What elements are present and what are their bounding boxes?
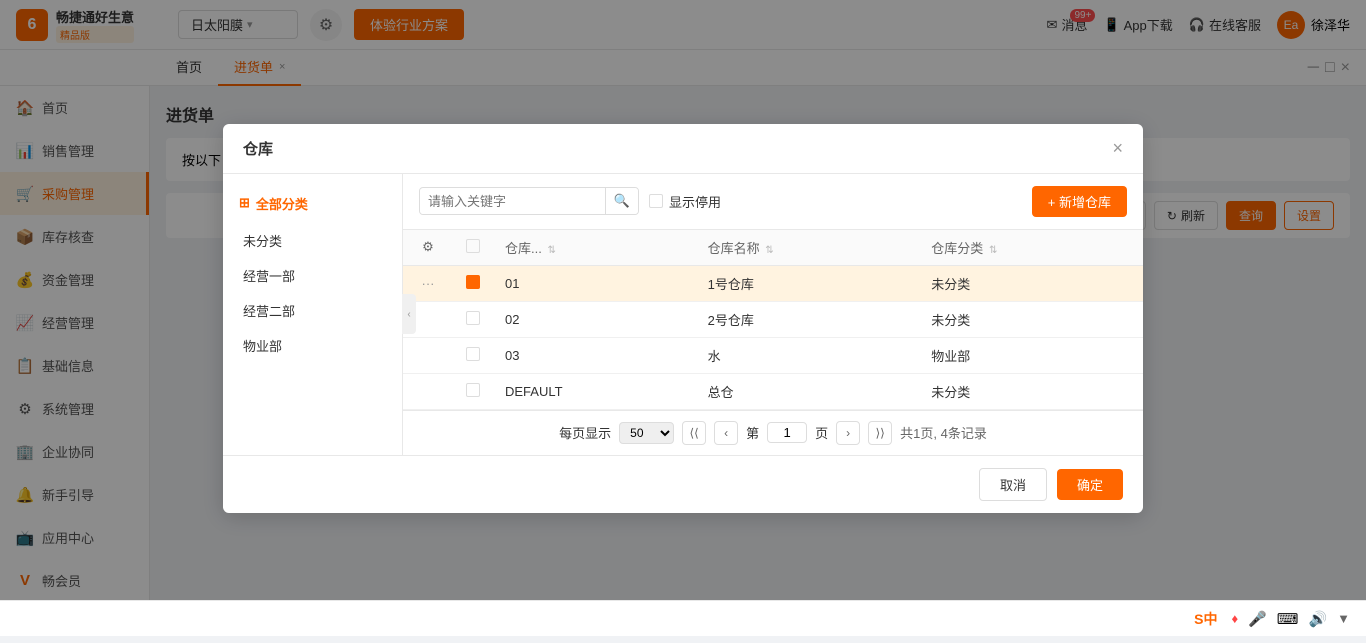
page-label: 第: [746, 423, 759, 442]
row-code: 01: [493, 265, 696, 301]
row-code: 03: [493, 337, 696, 373]
modal-sidebar-dept1[interactable]: 经营一部: [223, 258, 402, 293]
row-name: 总仓: [696, 373, 920, 409]
col-code: 仓库... ⇅: [493, 230, 696, 266]
row-checkbox-cell[interactable]: [453, 337, 493, 373]
col-gear-icon: ⚙: [422, 239, 434, 254]
page-size-label: 每页显示: [559, 423, 611, 442]
col-category: 仓库分类 ⇅: [919, 230, 1143, 266]
modal-overlay: 仓库 × ⊞ 全部分类 未分类 经营一部 经营二部 物业部 ‹: [0, 0, 1366, 636]
search-icon[interactable]: 🔍: [605, 188, 638, 214]
keyboard-icon[interactable]: ⌨: [1277, 610, 1299, 628]
confirm-button[interactable]: 确定: [1057, 469, 1123, 500]
row-more[interactable]: [403, 373, 453, 409]
row-checkbox-cell[interactable]: [453, 265, 493, 301]
col-name: 仓库名称 ⇅: [696, 230, 920, 266]
more-icon[interactable]: ▼: [1337, 611, 1350, 626]
mic-icon[interactable]: 🎤: [1248, 610, 1267, 628]
row-name: 2号仓库: [696, 301, 920, 337]
row-category: 未分类: [919, 373, 1143, 409]
row-more[interactable]: [403, 337, 453, 373]
row-name: 水: [696, 337, 920, 373]
modal-sidebar-uncategorized[interactable]: 未分类: [223, 223, 402, 258]
row-checkbox-cell[interactable]: [453, 301, 493, 337]
row-category: 物业部: [919, 337, 1143, 373]
col-checkbox: [453, 230, 493, 266]
sort-icon-name: ⇅: [765, 245, 773, 256]
prev-page-button[interactable]: ‹: [714, 421, 738, 445]
disabled-checkbox[interactable]: [649, 194, 663, 208]
row-checkbox[interactable]: [466, 275, 480, 289]
row-code: DEFAULT: [493, 373, 696, 409]
modal-table-wrap: ⚙ 仓库... ⇅ 仓库名称: [403, 230, 1143, 410]
chevron-left-icon: ‹: [407, 309, 410, 320]
row-code: 02: [493, 301, 696, 337]
table-row[interactable]: 03 水 物业部: [403, 337, 1143, 373]
table-row[interactable]: DEFAULT 总仓 未分类: [403, 373, 1143, 409]
show-disabled-checkbox[interactable]: 显示停用: [649, 192, 721, 211]
modal-title: 仓库: [243, 138, 273, 159]
next-page-button[interactable]: ›: [836, 421, 860, 445]
modal-footer: 取消 确定: [223, 455, 1143, 513]
col-settings: ⚙: [403, 230, 453, 266]
s-logo: S中: [1194, 609, 1217, 629]
row-name: 1号仓库: [696, 265, 920, 301]
row-checkbox[interactable]: [466, 347, 480, 361]
sidebar-collapse-button[interactable]: ‹: [402, 294, 416, 334]
sort-icon: ⇅: [547, 245, 555, 256]
diamond-icon: ♦: [1231, 611, 1238, 626]
row-checkbox[interactable]: [466, 311, 480, 325]
modal-main-content: 🔍 显示停用 + 新增仓库 ⚙: [403, 174, 1143, 455]
page-size-select[interactable]: 50 10 20 100: [619, 422, 674, 444]
search-input[interactable]: [420, 189, 605, 214]
modal-pagination: 每页显示 50 10 20 100 ⟨⟨ ‹ 第 页 › ⟩⟩ 共1页, 4条记…: [403, 410, 1143, 455]
first-page-button[interactable]: ⟨⟨: [682, 421, 706, 445]
bottom-bar: S中 ♦ 🎤 ⌨ 🔊 ▼: [0, 600, 1366, 636]
modal-sidebar-all-category[interactable]: ⊞ 全部分类: [223, 186, 402, 223]
modal-body: ⊞ 全部分类 未分类 经营一部 经营二部 物业部 ‹ 🔍: [223, 174, 1143, 455]
page-input[interactable]: [767, 422, 807, 443]
header-checkbox[interactable]: [466, 239, 480, 253]
row-checkbox[interactable]: [466, 383, 480, 397]
row-checkbox-cell[interactable]: [453, 373, 493, 409]
cancel-button[interactable]: 取消: [979, 468, 1047, 501]
volume-icon[interactable]: 🔊: [1308, 610, 1327, 628]
more-dots-icon[interactable]: ···: [422, 276, 435, 291]
table-row[interactable]: ··· 01 1号仓库 未分类: [403, 265, 1143, 301]
warehouse-table: ⚙ 仓库... ⇅ 仓库名称: [403, 230, 1143, 410]
modal-sidebar-property[interactable]: 物业部: [223, 328, 402, 363]
modal-sidebar: ⊞ 全部分类 未分类 经营一部 经营二部 物业部 ‹: [223, 174, 403, 455]
modal-close-button[interactable]: ×: [1112, 138, 1123, 159]
row-category: 未分类: [919, 265, 1143, 301]
add-warehouse-button[interactable]: + 新增仓库: [1032, 186, 1127, 217]
warehouse-modal: 仓库 × ⊞ 全部分类 未分类 经营一部 经营二部 物业部 ‹: [223, 124, 1143, 513]
page-unit: 页: [815, 423, 828, 442]
row-category: 未分类: [919, 301, 1143, 337]
show-disabled-label: 显示停用: [669, 192, 721, 211]
modal-sidebar-dept2[interactable]: 经营二部: [223, 293, 402, 328]
last-page-button[interactable]: ⟩⟩: [868, 421, 892, 445]
grid-icon: ⊞: [239, 195, 250, 211]
page-info: 共1页, 4条记录: [900, 423, 987, 442]
sort-icon-category: ⇅: [989, 245, 997, 256]
search-input-wrap: 🔍: [419, 187, 639, 215]
modal-header: 仓库 ×: [223, 124, 1143, 174]
modal-toolbar: 🔍 显示停用 + 新增仓库: [403, 174, 1143, 230]
table-row[interactable]: 02 2号仓库 未分类: [403, 301, 1143, 337]
